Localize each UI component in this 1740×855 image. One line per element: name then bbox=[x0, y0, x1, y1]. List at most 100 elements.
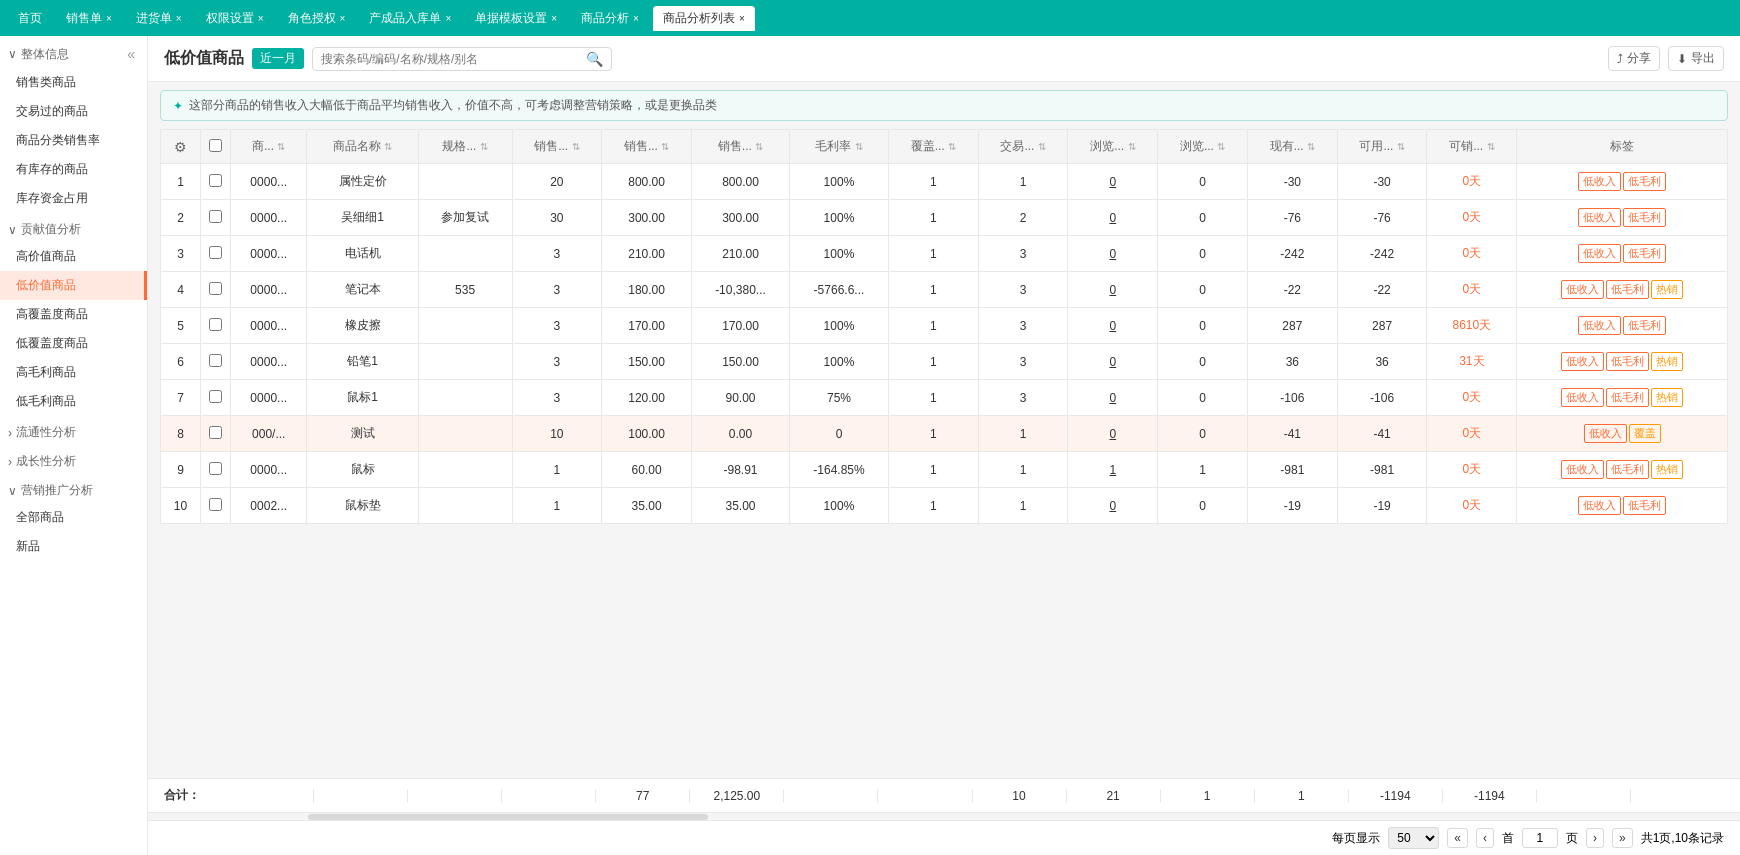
sort-icon[interactable]: ⇅ bbox=[480, 141, 488, 152]
close-icon[interactable]: × bbox=[106, 13, 112, 24]
nav-template-settings[interactable]: 单据模板设置 × bbox=[465, 6, 567, 31]
select-all-checkbox[interactable] bbox=[209, 139, 222, 152]
row-checkbox[interactable] bbox=[209, 426, 222, 439]
cell-checkbox[interactable] bbox=[201, 308, 231, 344]
close-icon[interactable]: × bbox=[340, 13, 346, 24]
browse-link[interactable]: 0 bbox=[1110, 355, 1117, 369]
cell-checkbox[interactable] bbox=[201, 416, 231, 452]
browse-link[interactable]: 0 bbox=[1110, 391, 1117, 405]
sort-icon[interactable]: ⇅ bbox=[277, 141, 285, 152]
close-icon[interactable]: × bbox=[258, 13, 264, 24]
close-icon[interactable]: × bbox=[445, 13, 451, 24]
sidebar-item-sales-goods[interactable]: 销售类商品 bbox=[0, 68, 147, 97]
cell-sales1: 100.00 bbox=[602, 416, 692, 452]
sort-icon[interactable]: ⇅ bbox=[1128, 141, 1136, 152]
browse-link[interactable]: 0 bbox=[1110, 427, 1117, 441]
sidebar-item-low-margin[interactable]: 低毛利商品 bbox=[0, 387, 147, 416]
cell-checkbox[interactable] bbox=[201, 344, 231, 380]
nav-sales-order[interactable]: 销售单 × bbox=[56, 6, 122, 31]
next-page-button[interactable]: › bbox=[1586, 828, 1604, 848]
sort-icon[interactable]: ⇅ bbox=[572, 141, 580, 152]
sort-icon[interactable]: ⇅ bbox=[1038, 141, 1046, 152]
row-checkbox[interactable] bbox=[209, 174, 222, 187]
row-checkbox[interactable] bbox=[209, 282, 222, 295]
close-icon[interactable]: × bbox=[551, 13, 557, 24]
browse-link[interactable]: 0 bbox=[1110, 175, 1117, 189]
sort-icon[interactable]: ⇅ bbox=[384, 141, 392, 152]
cell-checkbox[interactable] bbox=[201, 200, 231, 236]
sidebar-item-stock-funds[interactable]: 库存资金占用 bbox=[0, 184, 147, 213]
nav-role-auth[interactable]: 角色授权 × bbox=[278, 6, 356, 31]
sidebar-item-all-goods[interactable]: 全部商品 bbox=[0, 503, 147, 532]
sidebar-item-low-value[interactable]: 低价值商品 bbox=[0, 271, 147, 300]
cell-checkbox[interactable] bbox=[201, 236, 231, 272]
sidebar-item-high-margin[interactable]: 高毛利商品 bbox=[0, 358, 147, 387]
row-checkbox[interactable] bbox=[209, 390, 222, 403]
cell-checkbox[interactable] bbox=[201, 164, 231, 200]
sort-icon[interactable]: ⇅ bbox=[1217, 141, 1225, 152]
horizontal-scrollbar[interactable] bbox=[148, 812, 1740, 820]
browse-link[interactable]: 0 bbox=[1110, 499, 1117, 513]
close-icon[interactable]: × bbox=[176, 13, 182, 24]
last-page-button[interactable]: » bbox=[1612, 828, 1633, 848]
browse-link[interactable]: 0 bbox=[1110, 211, 1117, 225]
first-page-button[interactable]: « bbox=[1447, 828, 1468, 848]
nav-product-analysis-list[interactable]: 商品分析列表 × bbox=[653, 6, 755, 31]
cell-checkbox[interactable] bbox=[201, 272, 231, 308]
cell-spec: 535 bbox=[418, 272, 512, 308]
share-button[interactable]: ⤴ 分享 bbox=[1608, 46, 1660, 71]
sidebar-collapse-button[interactable]: « bbox=[123, 44, 139, 64]
sort-icon[interactable]: ⇅ bbox=[855, 141, 863, 152]
row-checkbox[interactable] bbox=[209, 462, 222, 475]
sort-icon[interactable]: ⇅ bbox=[1307, 141, 1315, 152]
row-checkbox[interactable] bbox=[209, 498, 222, 511]
search-input[interactable] bbox=[321, 52, 582, 66]
browse-link[interactable]: 0 bbox=[1110, 319, 1117, 333]
sort-icon[interactable]: ⇅ bbox=[1487, 141, 1495, 152]
nav-product-inbound[interactable]: 产成品入库单 × bbox=[359, 6, 461, 31]
cell-checkbox[interactable] bbox=[201, 380, 231, 416]
cell-checkbox[interactable] bbox=[201, 452, 231, 488]
sidebar-item-stocked-goods[interactable]: 有库存的商品 bbox=[0, 155, 147, 184]
sort-icon[interactable]: ⇅ bbox=[755, 141, 763, 152]
th-name: 商品名称 ⇅ bbox=[307, 130, 418, 164]
row-checkbox[interactable] bbox=[209, 210, 222, 223]
nav-purchase-order[interactable]: 进货单 × bbox=[126, 6, 192, 31]
row-checkbox[interactable] bbox=[209, 318, 222, 331]
cell-row-num: 6 bbox=[161, 344, 201, 380]
sidebar-item-traded-goods[interactable]: 交易过的商品 bbox=[0, 97, 147, 126]
sidebar-item-low-coverage[interactable]: 低覆盖度商品 bbox=[0, 329, 147, 358]
browse-link[interactable]: 0 bbox=[1110, 247, 1117, 261]
row-checkbox[interactable] bbox=[209, 354, 222, 367]
sort-icon[interactable]: ⇅ bbox=[948, 141, 956, 152]
browse-link[interactable]: 0 bbox=[1110, 283, 1117, 297]
page-size-select[interactable]: 50 100 200 bbox=[1388, 827, 1439, 849]
table-row: 2 0000... 吴细细1 参加复试 30 300.00 300.00 100… bbox=[161, 200, 1728, 236]
prev-page-button[interactable]: ‹ bbox=[1476, 828, 1494, 848]
close-icon[interactable]: × bbox=[633, 13, 639, 24]
days-text: 0天 bbox=[1463, 498, 1482, 512]
export-button[interactable]: ⬇ 导出 bbox=[1668, 46, 1724, 71]
row-checkbox[interactable] bbox=[209, 246, 222, 259]
nav-product-analysis[interactable]: 商品分析 × bbox=[571, 6, 649, 31]
nav-home[interactable]: 首页 bbox=[8, 6, 52, 31]
filter-tag-button[interactable]: 近一月 bbox=[252, 48, 304, 69]
browse-link[interactable]: 1 bbox=[1110, 463, 1117, 477]
sort-icon[interactable]: ⇅ bbox=[661, 141, 669, 152]
settings-icon[interactable]: ⚙ bbox=[174, 139, 187, 155]
sidebar-item-category-sales-rate[interactable]: 商品分类销售率 bbox=[0, 126, 147, 155]
cell-checkbox[interactable] bbox=[201, 488, 231, 524]
sidebar-item-high-coverage[interactable]: 高覆盖度商品 bbox=[0, 300, 147, 329]
sidebar-item-high-value[interactable]: 高价值商品 bbox=[0, 242, 147, 271]
page-number-input[interactable] bbox=[1522, 828, 1558, 848]
close-icon[interactable]: × bbox=[739, 13, 745, 24]
search-icon[interactable]: 🔍 bbox=[586, 51, 603, 67]
cell-cover: 1 bbox=[888, 308, 978, 344]
sort-icon[interactable]: ⇅ bbox=[1397, 141, 1405, 152]
cell-sales2: 35.00 bbox=[692, 488, 790, 524]
tag-label: 低毛利 bbox=[1606, 280, 1649, 299]
nav-permission-settings[interactable]: 权限设置 × bbox=[196, 6, 274, 31]
sidebar-item-new-goods[interactable]: 新品 bbox=[0, 532, 147, 561]
tag-label: 热销 bbox=[1651, 352, 1683, 371]
search-box[interactable]: 🔍 bbox=[312, 47, 612, 71]
